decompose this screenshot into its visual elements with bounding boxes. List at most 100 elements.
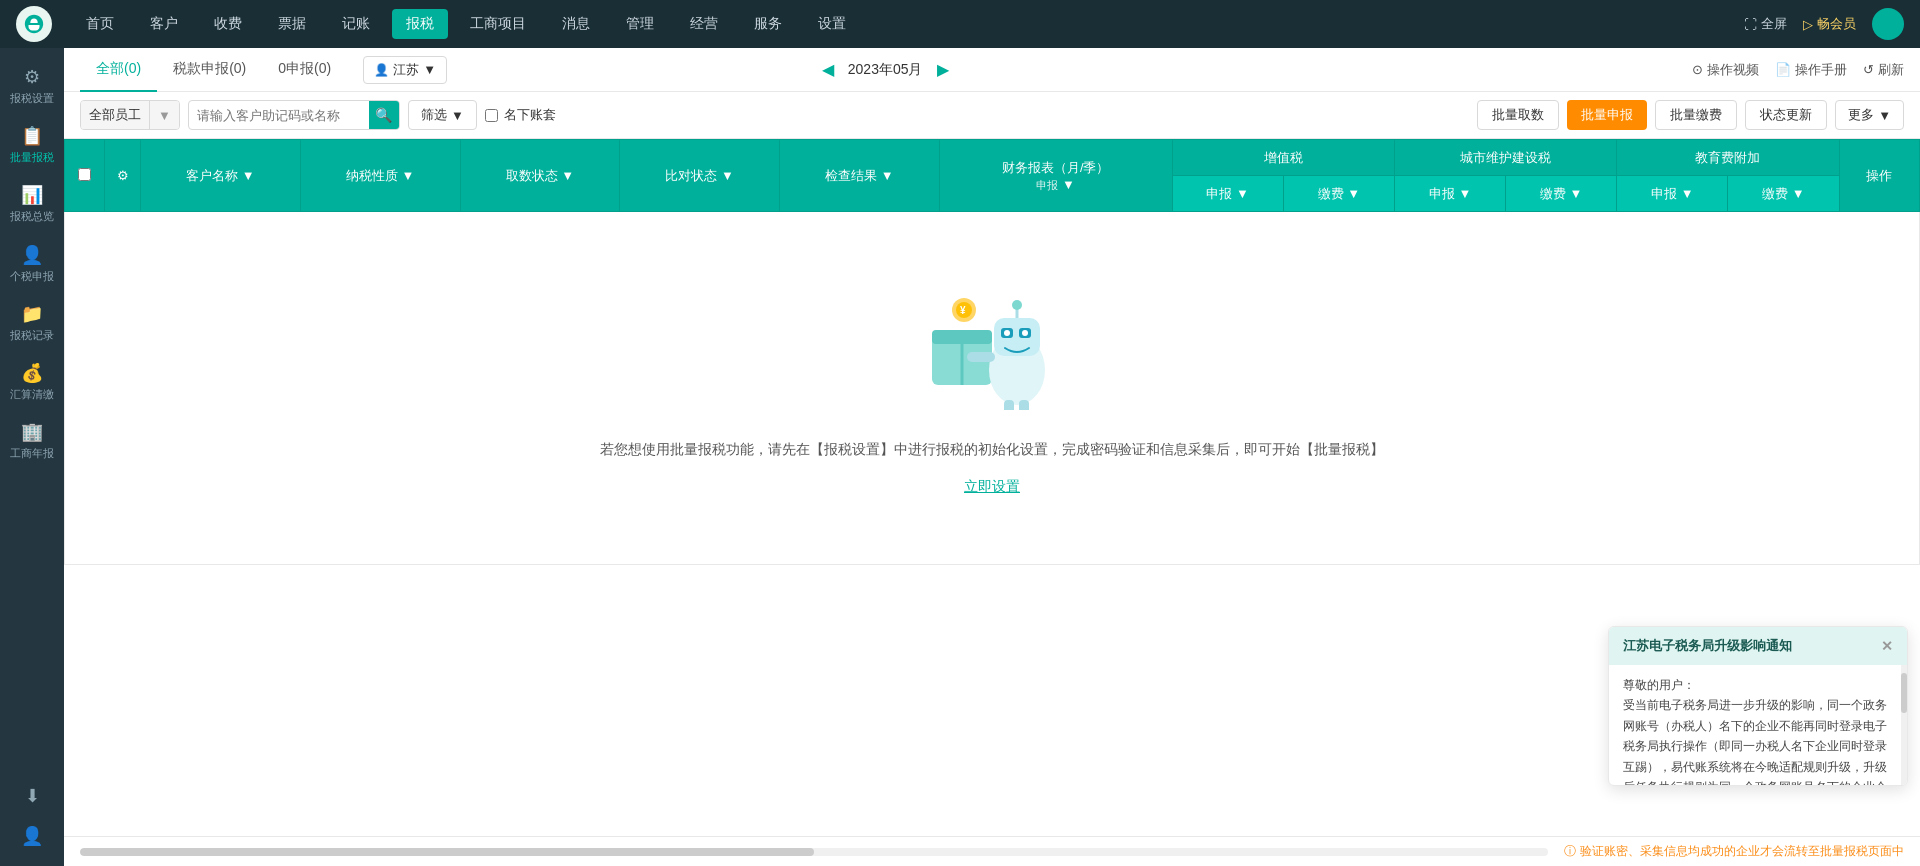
nav-tax[interactable]: 报税 bbox=[392, 9, 448, 39]
subordinate-accounts-label: 名下账套 bbox=[504, 106, 556, 124]
sidebar-label-tax-record: 报税记录 bbox=[10, 329, 54, 342]
sidebar-item-annual-report[interactable]: 🏢 工商年报 bbox=[0, 411, 64, 470]
table-subheader-edu-report: 申报 ▼ bbox=[1617, 176, 1728, 212]
fullscreen-button[interactable]: ⛶ 全屏 bbox=[1744, 15, 1787, 33]
sidebar-item-personal-tax[interactable]: 👤 个税申报 bbox=[0, 234, 64, 293]
prev-month-button[interactable]: ◀ bbox=[816, 58, 840, 82]
nav-bookkeeping[interactable]: 记账 bbox=[328, 9, 384, 39]
employee-selector[interactable]: 全部员工 ▼ bbox=[80, 100, 180, 130]
sidebar-label-batch-tax: 批量报税 bbox=[10, 151, 54, 164]
sidebar-bottom: ⬇ 👤 bbox=[14, 778, 50, 866]
batch-pay-button[interactable]: 批量缴费 bbox=[1655, 100, 1737, 130]
more-icon: ▼ bbox=[1878, 108, 1891, 123]
filter-button[interactable]: 筛选 ▼ bbox=[408, 100, 477, 130]
nav-message[interactable]: 消息 bbox=[548, 9, 604, 39]
nav-operations[interactable]: 经营 bbox=[676, 9, 732, 39]
table-header-tax-nature: 纳税性质 ▼ bbox=[300, 140, 460, 212]
batch-fetch-label: 批量取数 bbox=[1492, 106, 1544, 124]
tab-zero-report[interactable]: 0申报(0) bbox=[262, 48, 347, 92]
refresh-icon: ↺ bbox=[1863, 62, 1874, 77]
empty-state: ¥ bbox=[73, 220, 1911, 556]
region-selector[interactable]: 👤 江苏 ▼ bbox=[363, 56, 447, 84]
notification-scrollbar[interactable] bbox=[1901, 665, 1907, 785]
member-icon: ▷ bbox=[1803, 17, 1813, 32]
sidebar-item-tax-settings[interactable]: ⚙ 报税设置 bbox=[0, 56, 64, 115]
sidebar-item-tax-record[interactable]: 📁 报税记录 bbox=[0, 293, 64, 352]
sidebar: ⚙ 报税设置 📋 批量报税 📊 报税总览 👤 个税申报 📁 报税记录 💰 汇算清… bbox=[0, 48, 64, 866]
nav-service[interactable]: 服务 bbox=[740, 9, 796, 39]
refresh-button[interactable]: ↺ 刷新 bbox=[1863, 61, 1904, 79]
filter-label: 筛选 bbox=[421, 106, 447, 124]
empty-state-cell: ¥ bbox=[65, 212, 1920, 565]
manual-label: 操作手册 bbox=[1795, 61, 1847, 79]
robot-illustration: ¥ bbox=[922, 280, 1062, 413]
subordinate-accounts-checkbox[interactable]: 名下账套 bbox=[485, 106, 556, 124]
sidebar-item-batch-tax[interactable]: 📋 批量报税 bbox=[0, 115, 64, 174]
user-avatar[interactable] bbox=[1872, 8, 1904, 40]
setup-link[interactable]: 立即设置 bbox=[964, 478, 1020, 496]
operation-manual-button[interactable]: 📄 操作手册 bbox=[1775, 61, 1847, 79]
notification-close-button[interactable]: ✕ bbox=[1881, 638, 1893, 654]
download-button[interactable]: ⬇ bbox=[14, 778, 50, 814]
employee-label: 全部员工 bbox=[81, 101, 150, 129]
subordinate-checkbox-input[interactable] bbox=[485, 109, 498, 122]
nav-business[interactable]: 工商项目 bbox=[456, 9, 540, 39]
bottom-bar: ⓘ 验证账密、采集信息均成功的企业才会流转至批量报税页面中 bbox=[64, 836, 1920, 866]
sidebar-item-settlement[interactable]: 💰 汇算清缴 bbox=[0, 352, 64, 411]
status-update-label: 状态更新 bbox=[1760, 106, 1812, 124]
next-month-button[interactable]: ▶ bbox=[931, 58, 955, 82]
video-icon: ⊙ bbox=[1692, 62, 1703, 77]
fullscreen-label: 全屏 bbox=[1761, 15, 1787, 33]
table-header-vat-group: 增值税 bbox=[1172, 140, 1394, 176]
batch-pay-label: 批量缴费 bbox=[1670, 106, 1722, 124]
table-subheader-edu-pay: 缴费 ▼ bbox=[1728, 176, 1839, 212]
svg-rect-16 bbox=[1019, 400, 1029, 410]
nav-home[interactable]: 首页 bbox=[72, 9, 128, 39]
notification-header: 江苏电子税务局升级影响通知 ✕ bbox=[1609, 627, 1907, 665]
tab-tax-report[interactable]: 税款申报(0) bbox=[157, 48, 262, 92]
app-logo[interactable] bbox=[16, 6, 52, 42]
select-all-checkbox[interactable] bbox=[78, 168, 91, 181]
nav-billing[interactable]: 收费 bbox=[200, 9, 256, 39]
sidebar-item-tax-overview[interactable]: 📊 报税总览 bbox=[0, 174, 64, 233]
notification-scrollbar-thumb bbox=[1901, 673, 1907, 713]
notification-body: 尊敬的用户： 受当前电子税务局进一步升级的影响，同一个政务网账号（办税人）名下的… bbox=[1609, 665, 1907, 785]
annual-report-icon: 🏢 bbox=[21, 421, 43, 443]
region-label: 江苏 bbox=[393, 61, 419, 79]
warning-text: ⓘ 验证账密、采集信息均成功的企业才会流转至批量报税页面中 bbox=[1564, 843, 1904, 860]
svg-rect-14 bbox=[967, 352, 995, 362]
search-button[interactable]: 🔍 bbox=[369, 100, 399, 130]
svg-text:¥: ¥ bbox=[960, 305, 966, 316]
nav-invoice[interactable]: 票据 bbox=[264, 9, 320, 39]
member-button[interactable]: ▷ 畅会员 bbox=[1803, 15, 1856, 33]
region-dropdown-icon: ▼ bbox=[423, 62, 436, 77]
table-header-financial-report: 财务报表（月/季） 申报 ▼ bbox=[939, 140, 1172, 212]
svg-point-11 bbox=[1022, 330, 1028, 336]
more-button[interactable]: 更多 ▼ bbox=[1835, 100, 1904, 130]
sidebar-label-settlement: 汇算清缴 bbox=[10, 388, 54, 401]
user-profile-button[interactable]: 👤 bbox=[14, 818, 50, 854]
tax-record-icon: 📁 bbox=[21, 303, 43, 325]
scrollbar-thumb bbox=[80, 848, 814, 856]
nav-management[interactable]: 管理 bbox=[612, 9, 668, 39]
warning-icon: ⓘ bbox=[1564, 843, 1576, 860]
tax-overview-icon: 📊 bbox=[21, 184, 43, 206]
batch-tax-icon: 📋 bbox=[21, 125, 43, 147]
tab-all[interactable]: 全部(0) bbox=[80, 48, 157, 92]
more-label: 更多 bbox=[1848, 106, 1874, 124]
table-subheader-city-report: 申报 ▼ bbox=[1394, 176, 1505, 212]
operation-video-button[interactable]: ⊙ 操作视频 bbox=[1692, 61, 1759, 79]
horizontal-scrollbar[interactable] bbox=[80, 848, 1548, 856]
status-update-button[interactable]: 状态更新 bbox=[1745, 100, 1827, 130]
search-input[interactable] bbox=[189, 108, 369, 123]
table-header-compare-status: 比对状态 ▼ bbox=[620, 140, 780, 212]
batch-fetch-button[interactable]: 批量取数 bbox=[1477, 100, 1559, 130]
nav-items: 首页 客户 收费 票据 记账 报税 工商项目 消息 管理 经营 服务 设置 bbox=[72, 9, 1744, 39]
top-navigation: 首页 客户 收费 票据 记账 报税 工商项目 消息 管理 经营 服务 设置 ⛶ … bbox=[0, 0, 1920, 48]
employee-dropdown-icon[interactable]: ▼ bbox=[150, 101, 179, 129]
batch-report-button[interactable]: 批量申报 bbox=[1567, 100, 1647, 130]
nav-settings[interactable]: 设置 bbox=[804, 9, 860, 39]
nav-client[interactable]: 客户 bbox=[136, 9, 192, 39]
manual-icon: 📄 bbox=[1775, 62, 1791, 77]
table-header-check-result: 检查结果 ▼ bbox=[780, 140, 940, 212]
